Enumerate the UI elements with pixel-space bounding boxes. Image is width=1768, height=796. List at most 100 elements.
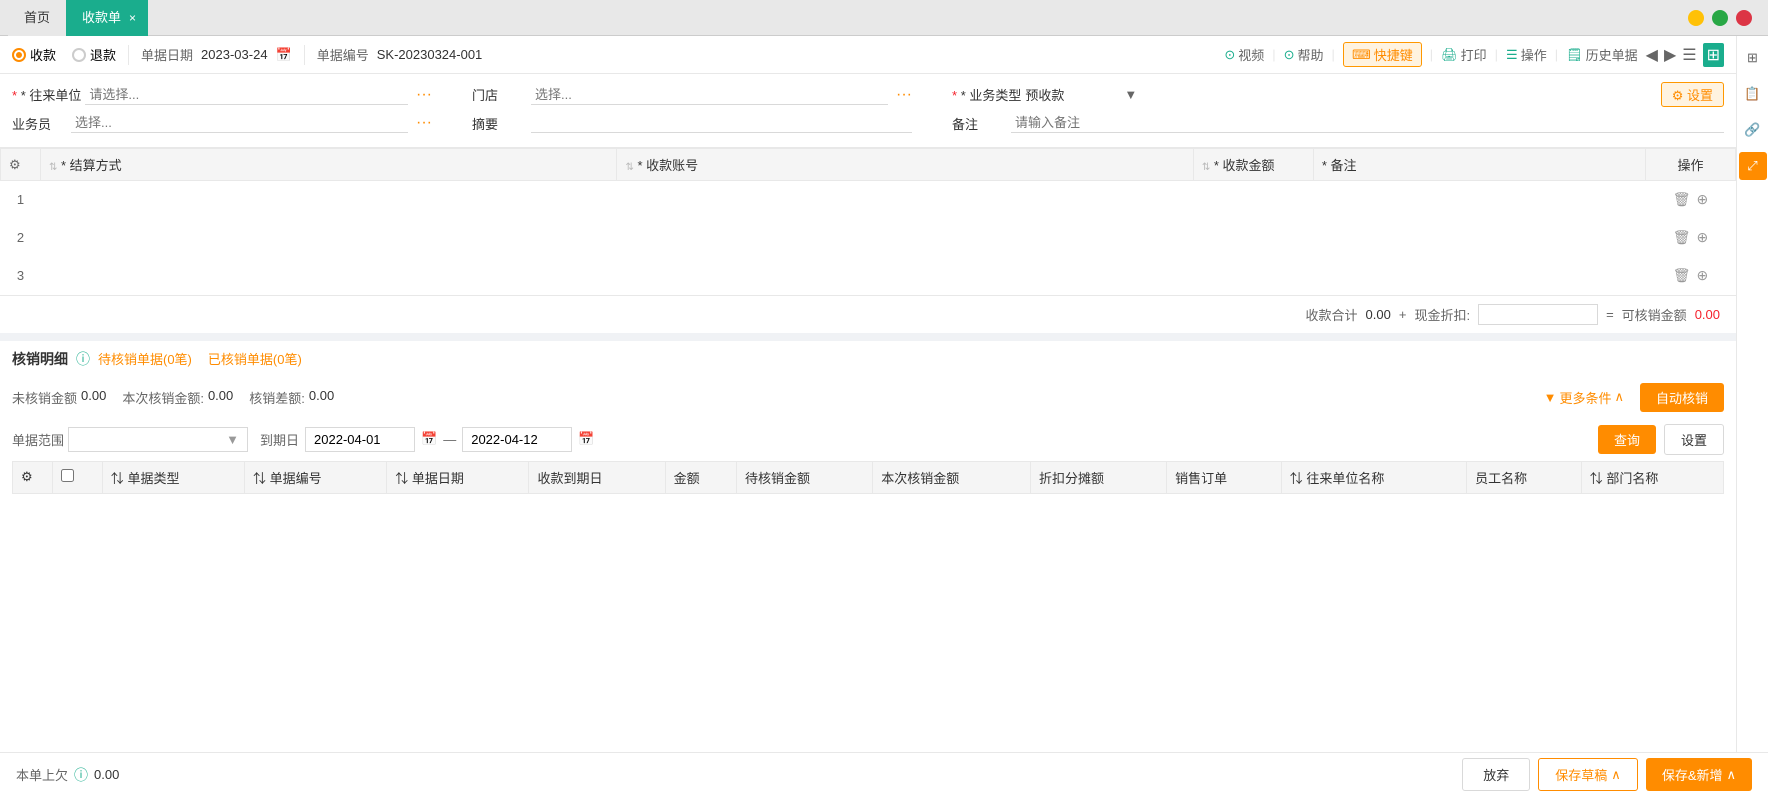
row-3-delete-icon[interactable]: 🗑 — [1673, 267, 1691, 284]
salesman-input[interactable] — [71, 113, 408, 133]
sidebar-expand-icon[interactable]: ⤢ — [1739, 152, 1767, 180]
counterparty-input[interactable] — [85, 85, 408, 105]
pending-tab-link[interactable]: 待核销单据(0笔) — [98, 349, 192, 368]
doc-no-value: SK-20230324-001 — [377, 47, 483, 62]
row-1-delete-icon[interactable]: 🗑 — [1673, 191, 1691, 208]
shortcut-button[interactable]: ⌨ 快捷键 — [1343, 42, 1422, 67]
form-row-2: 业务员 ··· 摘要 备注 — [12, 113, 1724, 133]
tab-close-icon[interactable]: × — [129, 0, 136, 36]
action-history[interactable]: 🗒 历史单据 — [1566, 45, 1638, 64]
radio-refund[interactable]: 退款 — [72, 45, 116, 64]
row-1-amount[interactable] — [1193, 181, 1313, 219]
row-1-account[interactable] — [617, 181, 1193, 219]
more-conditions-btn[interactable]: ▼ 更多条件 ∧ — [1544, 388, 1624, 407]
abandon-button[interactable]: 放弃 — [1462, 758, 1530, 791]
doc-date-value: 2023-03-24 — [201, 47, 268, 62]
window-close-button[interactable] — [1736, 10, 1752, 26]
summary-field: 摘要 — [472, 113, 912, 133]
done-tab-link[interactable]: 已核销单据(0笔) — [208, 349, 302, 368]
row-1-copy-icon[interactable]: ⊕ — [1697, 191, 1709, 208]
tab-home[interactable]: 首页 — [8, 0, 66, 36]
th-due-date: 收款到期日 — [529, 461, 665, 493]
th-amount: ⇅ * 收款金额 — [1193, 149, 1313, 181]
th-operation: 操作 — [1646, 149, 1736, 181]
th-counterparty-name: ⇅ 往来单位名称 — [1281, 461, 1466, 493]
row-3-account[interactable] — [617, 257, 1193, 295]
th-discount: 折扣分摊额 — [1030, 461, 1166, 493]
row-3-copy-icon[interactable]: ⊕ — [1697, 267, 1709, 284]
counterparty-more-btn[interactable]: ··· — [416, 86, 432, 104]
store-more-btn[interactable]: ··· — [896, 86, 912, 104]
sidebar-table-icon[interactable]: ⊞ — [1739, 44, 1767, 72]
discount-input[interactable] — [1478, 304, 1598, 325]
content-area: 收款 退款 单据日期 2023-03-24 📅 单据编号 SK-20230324… — [0, 36, 1736, 752]
row-1-remark[interactable] — [1313, 181, 1645, 219]
th-doc-date: ⇅ 单据日期 — [387, 461, 529, 493]
date-to-input[interactable] — [462, 427, 572, 452]
save-new-button[interactable]: 保存&新增 ∧ — [1646, 758, 1752, 791]
date-to-calendar-icon[interactable]: 📅 — [578, 431, 594, 447]
row-3-amount[interactable] — [1193, 257, 1313, 295]
query-button[interactable]: 查询 — [1598, 425, 1656, 454]
current-cancel-stat: 本次核销金额: 0.00 — [122, 388, 233, 407]
calendar-icon[interactable]: 📅 — [276, 47, 292, 63]
th-employee-name: 员工名称 — [1467, 461, 1582, 493]
window-minimize-button[interactable] — [1688, 10, 1704, 26]
row-3-settlement[interactable] — [41, 257, 617, 295]
list-view-icon[interactable]: ☰ — [1682, 45, 1696, 65]
next-icon[interactable]: ▶ — [1664, 45, 1676, 65]
action-operate[interactable]: ☰ 操作 — [1506, 45, 1547, 64]
row-2-amount[interactable] — [1193, 219, 1313, 257]
date-from-input[interactable] — [305, 427, 415, 452]
remark-input[interactable] — [1011, 113, 1724, 133]
radio-receipt-circle — [12, 48, 26, 62]
row-2-settlement[interactable] — [41, 219, 617, 257]
row-2-delete-icon[interactable]: 🗑 — [1673, 229, 1691, 246]
row-2-account[interactable] — [617, 219, 1193, 257]
bt-arrow-icon[interactable]: ▼ — [1124, 87, 1137, 102]
bottom-settings-button[interactable]: 设置 — [1664, 424, 1724, 455]
date-separator: — — [443, 432, 456, 447]
info-icon[interactable]: ⓘ — [76, 349, 90, 369]
table-row: 3 🗑 ⊕ — [1, 257, 1736, 295]
row-1-settlement[interactable] — [41, 181, 617, 219]
date-filter: 到期日 📅 — 📅 — [260, 427, 594, 452]
settings-button[interactable]: ⚙ 设置 — [1661, 82, 1724, 107]
sidebar-link-icon[interactable]: 🔗 — [1739, 116, 1767, 144]
row-2-copy-icon[interactable]: ⊕ — [1697, 229, 1709, 246]
action-print[interactable]: 🖨 打印 — [1441, 45, 1487, 64]
business-type-select[interactable]: 预收款 ▼ — [1025, 85, 1137, 104]
salesman-field: 业务员 ··· — [12, 113, 432, 133]
grid-view-icon[interactable]: ⊞ — [1703, 43, 1724, 67]
gear-icon[interactable]: ⚙ — [9, 157, 21, 172]
gear-icon-bottom[interactable]: ⚙ — [21, 469, 33, 484]
store-input[interactable] — [531, 85, 888, 105]
summary-input[interactable] — [531, 113, 912, 133]
done-tab-label: 已核销单据(0笔) — [208, 352, 302, 367]
prev-icon[interactable]: ◀ — [1646, 45, 1658, 65]
radio-refund-circle — [72, 48, 86, 62]
balance-info-icon[interactable]: ⓘ — [74, 765, 88, 785]
footer-spacer — [0, 502, 1736, 546]
action-video[interactable]: ⊙ 视频 — [1224, 45, 1264, 64]
diff-label: 核销差额: — [249, 388, 305, 407]
select-all-checkbox[interactable] — [61, 469, 74, 482]
history-icon: 🗒 — [1566, 47, 1583, 63]
radio-receipt[interactable]: 收款 — [12, 45, 56, 64]
window-maximize-button[interactable] — [1712, 10, 1728, 26]
range-select[interactable]: ▼ — [68, 427, 248, 452]
save-draft-button[interactable]: 保存草稿 ∧ — [1538, 758, 1638, 791]
row-3-remark[interactable] — [1313, 257, 1645, 295]
receipt-type-radio-group: 收款 退款 — [12, 45, 116, 64]
th-settlement: ⇅ * 结算方式 — [41, 149, 617, 181]
sidebar-file-icon[interactable]: 📋 — [1739, 80, 1767, 108]
filter-right: 查询 设置 — [1598, 424, 1724, 455]
current-cancel-label: 本次核销金额: — [122, 388, 204, 407]
form-section: * * 往来单位 ··· 门店 ··· * * 业务类型 — [0, 74, 1736, 148]
salesman-more-btn[interactable]: ··· — [416, 114, 432, 132]
tab-current[interactable]: 收款单 × — [66, 0, 148, 36]
auto-cancel-button[interactable]: 自动核销 — [1640, 383, 1724, 412]
action-help[interactable]: ⊙ 帮助 — [1284, 45, 1324, 64]
date-from-calendar-icon[interactable]: 📅 — [421, 431, 437, 447]
row-2-remark[interactable] — [1313, 219, 1645, 257]
